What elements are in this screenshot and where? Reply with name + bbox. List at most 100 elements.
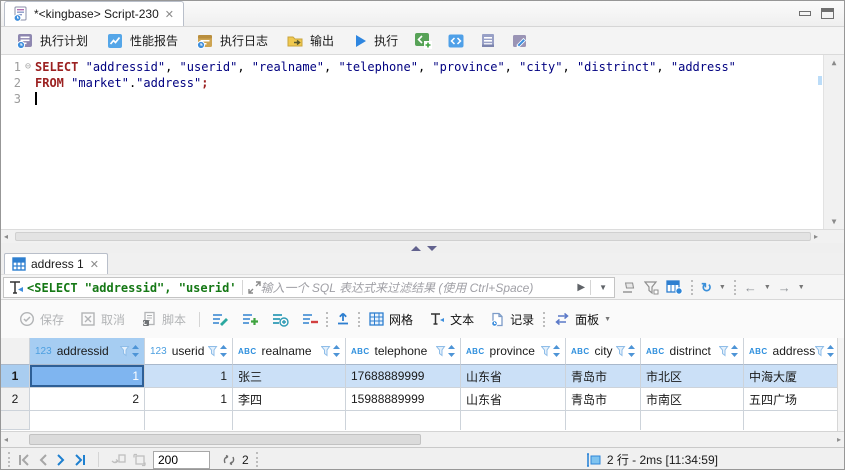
panels-button[interactable]: 面板 ▼ (546, 307, 619, 331)
record-view-button[interactable]: 记录 (482, 307, 542, 331)
column-filter-sort-icons[interactable] (208, 345, 227, 357)
clear-filter-icon[interactable] (621, 281, 637, 295)
fetch-next-segment-icon[interactable] (110, 453, 126, 467)
grid-header-addressid[interactable]: 123 addressid (30, 338, 145, 365)
empty-cell[interactable] (744, 411, 839, 430)
scroll-left-icon[interactable]: ◂ (4, 230, 8, 243)
grid-cell-address-row1[interactable]: 中海大厦 (744, 365, 839, 388)
script-button[interactable]: 脚本 (133, 307, 194, 331)
add-row-button[interactable] (235, 307, 265, 331)
sql-console-button[interactable] (440, 28, 472, 54)
grid-vertical-scrollbar[interactable] (837, 338, 844, 431)
grid-header-distrinct[interactable]: ABC distrinct (641, 338, 744, 365)
new-sql-editor-button[interactable] (407, 28, 440, 54)
column-filter-sort-icons[interactable] (436, 345, 455, 357)
row-header-1[interactable]: 1 (1, 365, 30, 388)
column-filter-sort-icons[interactable] (321, 345, 340, 357)
edit-script-button[interactable] (504, 28, 536, 54)
grid-header-telephone[interactable]: ABC telephone (346, 338, 461, 365)
maximize-icon[interactable] (821, 8, 834, 19)
apply-filter-icon[interactable]: ▶ (577, 282, 585, 293)
sql-line[interactable]: 3 (1, 91, 844, 107)
panel-sash[interactable] (1, 243, 844, 253)
next-page-icon[interactable] (55, 453, 67, 466)
grid-cell-userid-row1[interactable]: 1 (145, 365, 233, 388)
grid-cell-province-row2[interactable]: 山东省 (461, 388, 566, 411)
expand-filter-icon[interactable] (247, 281, 261, 294)
grid-scroll-right-icon[interactable]: ▸ (837, 433, 841, 447)
grid-cell-addressid-row1[interactable]: 1 (30, 365, 145, 388)
grid-corner-cell[interactable] (1, 338, 30, 365)
scroll-up-icon[interactable]: ▲ (832, 58, 837, 67)
close-editor-tab-icon[interactable]: ✕ (164, 8, 175, 21)
sql-editor[interactable]: 1 ⊖ SELECT "addressid", "userid", "realnam… (1, 55, 844, 229)
empty-cell[interactable] (233, 411, 346, 430)
scroll-down-icon[interactable]: ▼ (832, 217, 837, 226)
performance-report-button[interactable]: 性能报告 (97, 28, 187, 54)
grid-scroll-left-icon[interactable]: ◂ (4, 433, 8, 447)
sql-line[interactable]: 2 FROM "market"."address"; (1, 75, 844, 91)
grid-cell-realname-row2[interactable]: 李四 (233, 388, 346, 411)
sash-collapse-down-icon[interactable] (427, 246, 437, 251)
column-filter-sort-icons[interactable] (120, 345, 139, 357)
grid-cell-realname-row1[interactable]: 张三 (233, 365, 346, 388)
editor-hscroll-thumb[interactable] (15, 232, 811, 241)
sql-line[interactable]: 1 ⊖ SELECT "addressid", "userid", "realnam… (1, 59, 844, 75)
delete-row-button[interactable] (295, 307, 325, 331)
grid-cell-address-row2[interactable]: 五四广场 (744, 388, 839, 411)
grid-cell-city-row2[interactable]: 青岛市 (566, 388, 641, 411)
close-results-tab-icon[interactable]: ✕ (89, 258, 100, 271)
save-button[interactable]: 保存 (11, 307, 72, 331)
result-grid[interactable]: 123 addressid 123 userid ABC realname ABC telep… (1, 338, 844, 431)
next-dropdown-icon[interactable]: ▼ (798, 284, 805, 291)
empty-cell[interactable] (566, 411, 641, 430)
first-page-icon[interactable] (17, 453, 31, 466)
panels-dropdown-icon[interactable]: ▼ (604, 316, 611, 323)
refresh-icon[interactable]: ↻ (701, 280, 712, 296)
grid-cell-telephone-row1[interactable]: 17688889999 (346, 365, 461, 388)
grid-cell-telephone-row2[interactable]: 15988889999 (346, 388, 461, 411)
text-view-button[interactable]: 文本 (421, 307, 482, 331)
previous-dropdown-icon[interactable]: ▼ (764, 284, 771, 291)
edit-row-button[interactable] (205, 307, 235, 331)
grid-horizontal-scrollbar[interactable]: ◂ ▸ (1, 431, 844, 447)
fold-collapse-icon[interactable]: ⊖ (21, 59, 35, 75)
grid-view-button[interactable]: 网格 (361, 307, 421, 331)
execute-button[interactable]: 执行 (343, 28, 407, 54)
filter-input[interactable]: <SELECT "addressid", "userid' 输入一个 SQL 表… (3, 277, 615, 298)
auto-refresh-icon[interactable] (222, 453, 236, 467)
output-button[interactable]: 输出 (277, 28, 343, 54)
last-page-icon[interactable] (73, 453, 87, 466)
previous-result-icon[interactable]: ← (744, 280, 757, 295)
empty-cell[interactable] (641, 411, 744, 430)
empty-cell[interactable] (346, 411, 461, 430)
grid-header-realname[interactable]: ABC realname (233, 338, 346, 365)
column-filter-sort-icons[interactable] (815, 345, 835, 357)
grid-cell-addressid-row2[interactable]: 2 (30, 388, 145, 411)
grid-cell-distrinct-row2[interactable]: 市南区 (641, 388, 744, 411)
fetch-all-icon[interactable] (132, 453, 147, 467)
grid-hscroll-thumb[interactable] (29, 434, 421, 445)
editor-horizontal-scrollbar[interactable]: ◂ ▸ (1, 229, 844, 243)
grid-header-userid[interactable]: 123 userid (145, 338, 233, 365)
column-filter-sort-icons[interactable] (616, 345, 635, 357)
grid-header-province[interactable]: ABC province (461, 338, 566, 365)
grid-cell-province-row1[interactable]: 山东省 (461, 365, 566, 388)
minimize-icon[interactable] (799, 11, 811, 16)
refresh-dropdown-icon[interactable]: ▼ (719, 284, 726, 291)
script-log-button[interactable] (472, 28, 504, 54)
empty-cell[interactable] (461, 411, 566, 430)
results-tab[interactable]: address 1 ✕ (4, 253, 108, 274)
cancel-button[interactable]: 取消 (72, 307, 133, 331)
sash-collapse-up-icon[interactable] (411, 246, 421, 251)
filters-menu-icon[interactable] (644, 280, 659, 295)
execution-plan-button[interactable]: 执行计划 (7, 28, 97, 54)
grid-cell-city-row1[interactable]: 青岛市 (566, 365, 641, 388)
scroll-right-icon[interactable]: ▸ (814, 230, 818, 243)
grid-settings-icon[interactable] (666, 280, 683, 295)
grid-cell-distrinct-row1[interactable]: 市北区 (641, 365, 744, 388)
filter-history-dropdown-icon[interactable]: ▼ (599, 283, 607, 292)
empty-cell[interactable] (30, 411, 145, 430)
empty-cell[interactable] (145, 411, 233, 430)
execution-log-button[interactable]: 执行日志 (187, 28, 277, 54)
